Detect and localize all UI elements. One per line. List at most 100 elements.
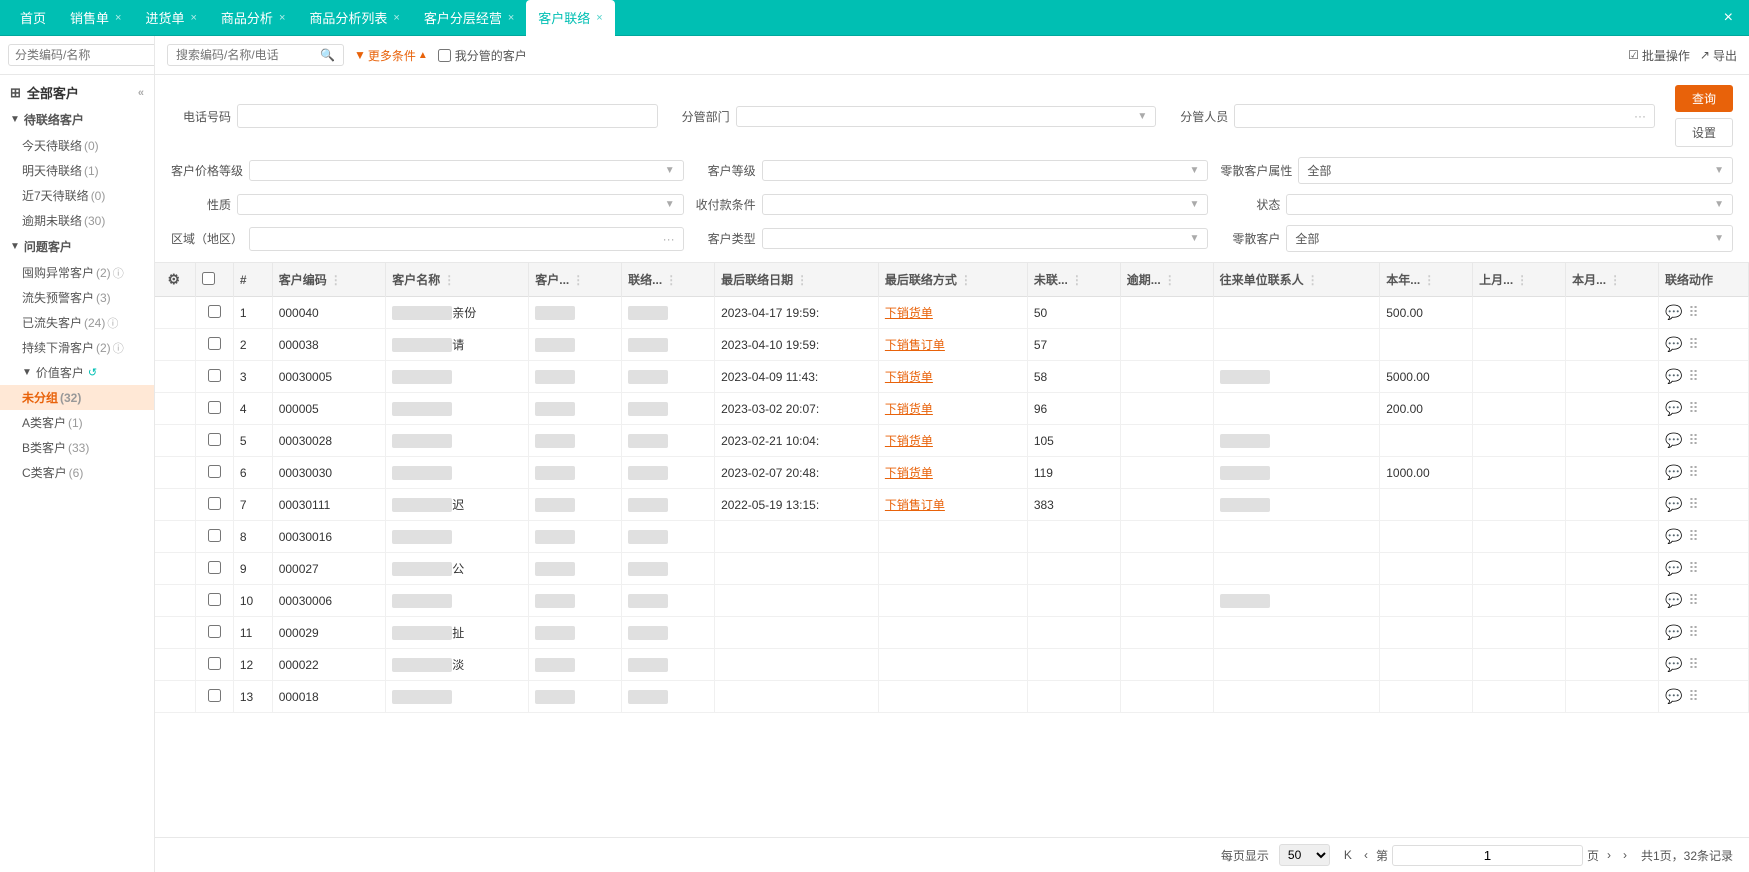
row-check-4[interactable] [208, 433, 221, 446]
sidebar-item-hoarding[interactable]: 囤购异常客户 (2) ⓘ [0, 260, 154, 285]
more-icon-12[interactable]: ⠿ [1688, 688, 1698, 705]
more-icon-3[interactable]: ⠿ [1688, 400, 1698, 417]
sidebar-item-7days[interactable]: 近7天待联络 (0) [0, 183, 154, 208]
sidebar-group-problem[interactable]: ▼ 问题客户 [0, 233, 154, 260]
chat-icon-9[interactable]: 💬 [1665, 592, 1682, 609]
cust-level-select[interactable]: ▼ [762, 160, 1209, 181]
value-refresh-icon[interactable]: ↺ [88, 366, 97, 379]
first-page-button[interactable]: K [1340, 846, 1356, 864]
select-all-checkbox[interactable] [202, 272, 215, 285]
more-icon-4[interactable]: ⠿ [1688, 432, 1698, 449]
tab-customer-segment[interactable]: 客户分层经营 × [412, 0, 526, 36]
nature-select[interactable]: ▼ [237, 194, 684, 215]
more-icon-5[interactable]: ⠿ [1688, 464, 1698, 481]
more-icon-8[interactable]: ⠿ [1688, 560, 1698, 577]
chat-icon-5[interactable]: 💬 [1665, 464, 1682, 481]
my-customer-checkbox[interactable] [438, 49, 451, 62]
tab-purchase-close[interactable]: × [190, 12, 196, 24]
batch-op-button[interactable]: ☑ 批量操作 [1628, 47, 1690, 64]
row-check-2[interactable] [208, 369, 221, 382]
chat-icon-12[interactable]: 💬 [1665, 688, 1682, 705]
sidebar-group-pending[interactable]: ▼ 待联络客户 [0, 106, 154, 133]
retail-attr-select[interactable]: 全部 ▼ [1298, 157, 1733, 184]
more-icon-6[interactable]: ⠿ [1688, 496, 1698, 513]
query-button[interactable]: 查询 [1675, 85, 1733, 112]
sidebar-group-value[interactable]: ▼ 价值客户 ↺ [0, 360, 154, 385]
sidebar-item-churned[interactable]: 已流失客户 (24) ⓘ [0, 310, 154, 335]
last-method-link-6[interactable]: 下销售订单 [885, 498, 945, 512]
row-check-11[interactable] [208, 657, 221, 670]
more-icon-2[interactable]: ⠿ [1688, 368, 1698, 385]
sidebar-item-class-a[interactable]: A类客户 (1) [0, 410, 154, 435]
window-close-button[interactable]: × [1716, 9, 1741, 27]
chat-icon-10[interactable]: 💬 [1665, 624, 1682, 641]
search-icon[interactable]: 🔍 [320, 48, 335, 62]
row-check-12[interactable] [208, 689, 221, 702]
chat-icon-2[interactable]: 💬 [1665, 368, 1682, 385]
retail-cust-select[interactable]: 全部 ▼ [1286, 225, 1733, 252]
per-page-select[interactable]: 50 100 200 [1279, 844, 1330, 866]
tab-home[interactable]: 首页 [8, 0, 58, 36]
payment-select[interactable]: ▼ [762, 194, 1209, 215]
status-select[interactable]: ▼ [1286, 194, 1733, 215]
tab-product-analysis-list[interactable]: 商品分析列表 × [297, 0, 411, 36]
reset-button[interactable]: 设置 [1675, 118, 1733, 147]
dept-select[interactable]: ▼ [736, 106, 1157, 127]
row-check-6[interactable] [208, 497, 221, 510]
tab-customer-contact[interactable]: 客户联络 × [526, 0, 614, 36]
sidebar-item-declining[interactable]: 持续下滑客户 (2) ⓘ [0, 335, 154, 360]
export-button[interactable]: ↗ 导出 [1700, 47, 1737, 64]
price-level-select[interactable]: ▼ [249, 160, 684, 181]
chat-icon-0[interactable]: 💬 [1665, 304, 1682, 321]
more-icon-7[interactable]: ⠿ [1688, 528, 1698, 545]
manager-select[interactable]: ··· [1234, 104, 1655, 128]
all-customers-header[interactable]: ⊞ 全部客户 « [0, 75, 154, 106]
sidebar-item-churn-warn[interactable]: 流失预警客户 (3) [0, 285, 154, 310]
tab-sales-close[interactable]: × [115, 12, 121, 24]
row-check-1[interactable] [208, 337, 221, 350]
sidebar-search-input[interactable] [8, 44, 155, 66]
tab-customer-contact-close[interactable]: × [596, 12, 602, 24]
last-method-link-4[interactable]: 下销货单 [885, 434, 933, 448]
next-page-button[interactable]: › [1603, 846, 1615, 864]
chat-icon-11[interactable]: 💬 [1665, 656, 1682, 673]
chat-icon-8[interactable]: 💬 [1665, 560, 1682, 577]
manager-ellipsis[interactable]: ··· [1634, 109, 1646, 123]
more-icon-10[interactable]: ⠿ [1688, 624, 1698, 641]
row-check-7[interactable] [208, 529, 221, 542]
sidebar-item-overdue[interactable]: 逾期未联络 (30) [0, 208, 154, 233]
gear-icon[interactable]: ⚙ [167, 271, 180, 287]
region-ellipsis[interactable]: ··· [663, 232, 675, 246]
sidebar-collapse-button[interactable]: « [138, 87, 144, 99]
chat-icon-1[interactable]: 💬 [1665, 336, 1682, 353]
row-check-5[interactable] [208, 465, 221, 478]
sidebar-item-class-c[interactable]: C类客户 (6) [0, 460, 154, 485]
more-icon-1[interactable]: ⠿ [1688, 336, 1698, 353]
last-method-link-1[interactable]: 下销售订单 [885, 338, 945, 352]
last-page-button[interactable]: › [1619, 846, 1631, 864]
chat-icon-4[interactable]: 💬 [1665, 432, 1682, 449]
tab-product-analysis[interactable]: 商品分析 × [209, 0, 297, 36]
sidebar-item-class-b[interactable]: B类客户 (33) [0, 435, 154, 460]
more-icon-0[interactable]: ⠿ [1688, 304, 1698, 321]
cust-type-select[interactable]: ▼ [762, 228, 1209, 249]
tab-sales[interactable]: 销售单 × [58, 0, 133, 36]
row-check-9[interactable] [208, 593, 221, 606]
search-input[interactable] [176, 48, 316, 62]
tab-product-analysis-close[interactable]: × [279, 12, 285, 24]
region-select[interactable]: ··· [249, 227, 684, 251]
last-method-link-5[interactable]: 下销货单 [885, 466, 933, 480]
more-filter-button[interactable]: ▼ 更多条件 ▲ [354, 47, 428, 64]
last-method-link-0[interactable]: 下销货单 [885, 306, 933, 320]
row-check-8[interactable] [208, 561, 221, 574]
row-check-3[interactable] [208, 401, 221, 414]
tab-customer-segment-close[interactable]: × [508, 12, 514, 24]
row-check-0[interactable] [208, 305, 221, 318]
prev-page-button[interactable]: ‹ [1360, 846, 1372, 864]
sidebar-item-ungroup[interactable]: 未分组 (32) [0, 385, 154, 410]
sidebar-item-today[interactable]: 今天待联络 (0) [0, 133, 154, 158]
row-check-10[interactable] [208, 625, 221, 638]
chat-icon-3[interactable]: 💬 [1665, 400, 1682, 417]
chat-icon-7[interactable]: 💬 [1665, 528, 1682, 545]
chat-icon-6[interactable]: 💬 [1665, 496, 1682, 513]
